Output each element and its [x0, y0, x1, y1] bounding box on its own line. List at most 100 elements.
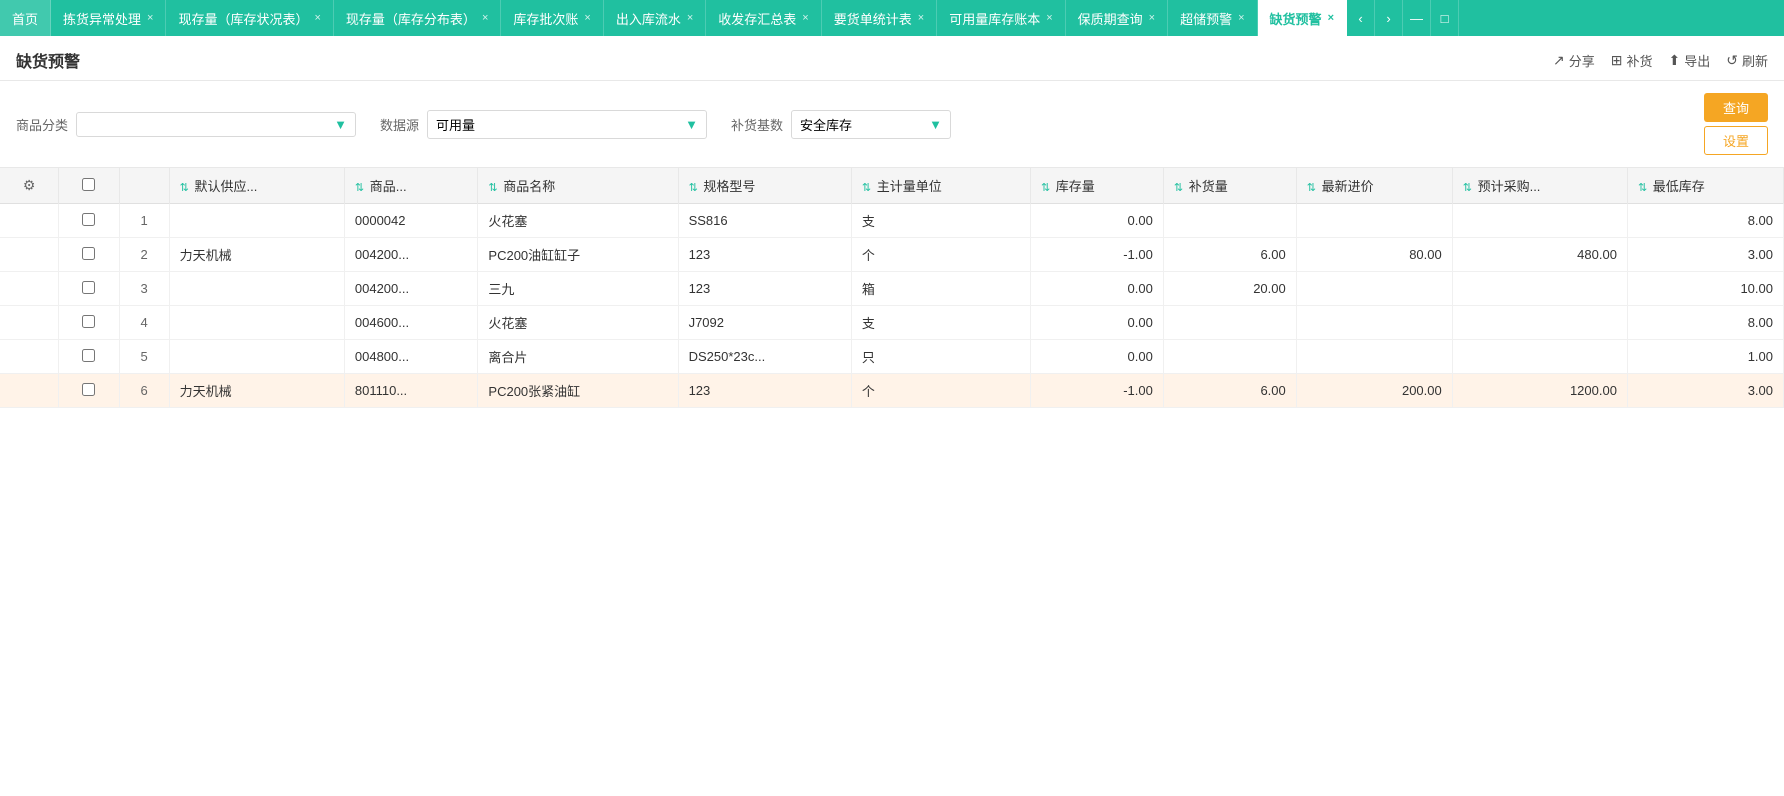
- row-stock-qty: -1.00: [1030, 374, 1163, 408]
- row-checkbox[interactable]: [82, 281, 95, 294]
- replenish-base-select[interactable]: 安全库存 ▼: [791, 110, 951, 139]
- close-inventory-dist-tab[interactable]: ×: [482, 12, 488, 24]
- replenish-base-label: 补货基数: [731, 115, 783, 134]
- close-shortage-tab[interactable]: ×: [1328, 12, 1334, 24]
- row-checkbox-cell[interactable]: [59, 272, 119, 306]
- spec-sort-icon: ⇅: [689, 182, 698, 194]
- row-stock-qty: 0.00: [1030, 340, 1163, 374]
- col-checkbox[interactable]: [59, 168, 119, 204]
- row-checkbox-cell[interactable]: [59, 374, 119, 408]
- row-default-supplier: [169, 340, 344, 374]
- row-replenish-qty: [1163, 204, 1296, 238]
- col-settings[interactable]: ⚙: [0, 168, 59, 204]
- export-button[interactable]: ⬆ 导出: [1669, 51, 1711, 70]
- page-header: 缺货预警 ↗ 分享 ⊞ 补货 ⬆ 导出 ↺ 刷新: [0, 36, 1784, 81]
- settings-icon: ⚙: [23, 177, 36, 193]
- row-checkbox-cell[interactable]: [59, 204, 119, 238]
- row-latest-price: [1296, 340, 1452, 374]
- col-min-stock[interactable]: ⇅ 最低库存: [1627, 168, 1783, 204]
- row-stock-qty: 0.00: [1030, 272, 1163, 306]
- tab-order-stats[interactable]: 要货单统计表 ×: [822, 0, 937, 36]
- tab-bar: 首页 拣货异常处理 × 现存量（库存状况表） × 现存量（库存分布表） × 库存…: [0, 0, 1784, 36]
- col-product-name[interactable]: ⇅ 商品名称: [478, 168, 678, 204]
- row-product-name: PC200张紧油缸: [478, 374, 678, 408]
- row-checkbox[interactable]: [82, 247, 95, 260]
- close-batch-account-tab[interactable]: ×: [584, 12, 590, 24]
- table-row: 1 0000042 火花塞 SS816 支 0.00 8.00: [0, 204, 1784, 238]
- share-button[interactable]: ↗ 分享: [1553, 51, 1595, 70]
- close-inventory-status-tab[interactable]: ×: [314, 12, 320, 24]
- query-button[interactable]: 查询: [1704, 93, 1768, 122]
- row-checkbox[interactable]: [82, 383, 95, 396]
- close-recv-summary-tab[interactable]: ×: [802, 12, 808, 24]
- tab-recv-summary[interactable]: 收发存汇总表 ×: [706, 0, 821, 36]
- row-checkbox[interactable]: [82, 349, 95, 362]
- row-unit: 个: [851, 238, 1030, 272]
- row-checkbox-cell[interactable]: [59, 340, 119, 374]
- tab-inventory-status[interactable]: 现存量（库存状况表） ×: [166, 0, 333, 36]
- close-exception-tab[interactable]: ×: [147, 12, 153, 24]
- estimated-sort-icon: ⇅: [1463, 182, 1472, 194]
- select-all-checkbox[interactable]: [82, 178, 95, 191]
- replenish-button[interactable]: ⊞ 补货: [1611, 51, 1653, 70]
- tab-prev-btn[interactable]: ‹: [1347, 0, 1375, 36]
- replenish-icon: ⊞: [1611, 52, 1623, 69]
- row-checkbox[interactable]: [82, 315, 95, 328]
- row-min-stock: 8.00: [1627, 306, 1783, 340]
- row-product-code: 801110...: [344, 374, 478, 408]
- datasource-select[interactable]: 可用量 ▼: [427, 110, 707, 139]
- col-estimated-purchase[interactable]: ⇅ 预计采购...: [1452, 168, 1627, 204]
- row-stock-qty: -1.00: [1030, 238, 1163, 272]
- row-min-stock: 3.00: [1627, 374, 1783, 408]
- row-product-code: 004800...: [344, 340, 478, 374]
- refresh-button[interactable]: ↺ 刷新: [1726, 51, 1768, 70]
- row-default-supplier: [169, 272, 344, 306]
- row-checkbox[interactable]: [82, 213, 95, 226]
- row-number: 1: [119, 204, 169, 238]
- col-latest-price[interactable]: ⇅ 最新进价: [1296, 168, 1452, 204]
- close-overstock-tab[interactable]: ×: [1238, 12, 1244, 24]
- col-row-num: [119, 168, 169, 204]
- tab-inout-flow[interactable]: 出入库流水 ×: [604, 0, 706, 36]
- col-product-code[interactable]: ⇅ 商品...: [344, 168, 478, 204]
- row-checkbox-cell[interactable]: [59, 238, 119, 272]
- close-inout-flow-tab[interactable]: ×: [687, 12, 693, 24]
- close-order-stats-tab[interactable]: ×: [918, 12, 924, 24]
- row-unit: 支: [851, 204, 1030, 238]
- row-number: 6: [119, 374, 169, 408]
- tab-batch-account[interactable]: 库存批次账 ×: [501, 0, 603, 36]
- tab-home[interactable]: 首页: [0, 0, 51, 36]
- tab-expiry-query[interactable]: 保质期查询 ×: [1066, 0, 1168, 36]
- col-spec-model[interactable]: ⇅ 规格型号: [678, 168, 851, 204]
- header-actions: ↗ 分享 ⊞ 补货 ⬆ 导出 ↺ 刷新: [1553, 51, 1768, 70]
- replenish-base-filter-group: 补货基数 安全库存 ▼: [731, 110, 951, 139]
- tab-overstock[interactable]: 超储预警 ×: [1168, 0, 1257, 36]
- row-estimated-purchase: 1200.00: [1452, 374, 1627, 408]
- tab-maximize-btn[interactable]: □: [1431, 0, 1459, 36]
- row-default-supplier: 力天机械: [169, 374, 344, 408]
- row-number: 2: [119, 238, 169, 272]
- price-sort-icon: ⇅: [1307, 182, 1316, 194]
- category-arrow-icon: ▼: [334, 117, 347, 132]
- row-estimated-purchase: 480.00: [1452, 238, 1627, 272]
- row-number: 3: [119, 272, 169, 306]
- close-available-ledger-tab[interactable]: ×: [1046, 12, 1052, 24]
- row-checkbox-cell[interactable]: [59, 306, 119, 340]
- tab-shortage[interactable]: 缺货预警 ×: [1258, 0, 1347, 36]
- col-replenish-qty[interactable]: ⇅ 补货量: [1163, 168, 1296, 204]
- col-stock-qty[interactable]: ⇅ 库存量: [1030, 168, 1163, 204]
- row-default-supplier: [169, 306, 344, 340]
- col-default-supplier[interactable]: ⇅ 默认供应...: [169, 168, 344, 204]
- tab-exception[interactable]: 拣货异常处理 ×: [51, 0, 166, 36]
- settings-button[interactable]: 设置: [1704, 126, 1768, 155]
- tab-minimize-btn[interactable]: —: [1403, 0, 1431, 36]
- tab-inventory-dist[interactable]: 现存量（库存分布表） ×: [334, 0, 501, 36]
- category-select[interactable]: ▼: [76, 112, 356, 137]
- row-settings-cell: [0, 238, 59, 272]
- tab-available-ledger[interactable]: 可用量库存账本 ×: [937, 0, 1065, 36]
- row-stock-qty: 0.00: [1030, 306, 1163, 340]
- close-expiry-query-tab[interactable]: ×: [1149, 12, 1155, 24]
- col-unit[interactable]: ⇅ 主计量单位: [851, 168, 1030, 204]
- row-min-stock: 1.00: [1627, 340, 1783, 374]
- tab-next-btn[interactable]: ›: [1375, 0, 1403, 36]
